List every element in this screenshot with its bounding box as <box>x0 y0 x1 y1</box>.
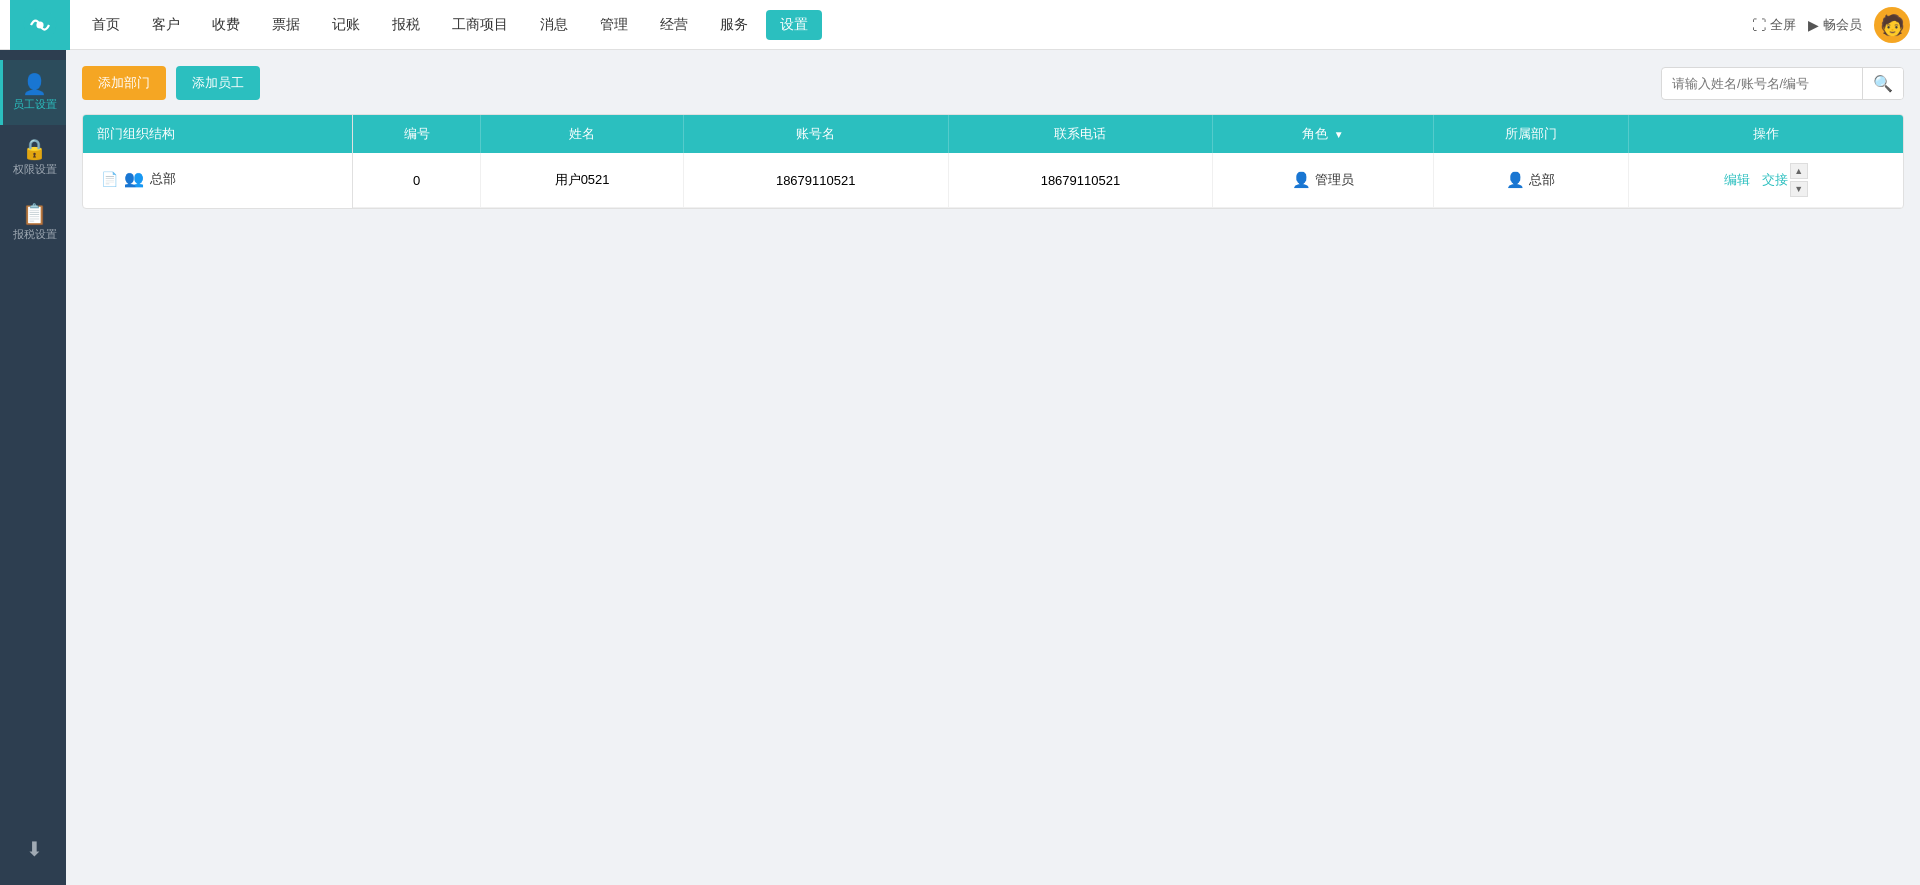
nav-item-invoice[interactable]: 票据 <box>258 10 314 40</box>
role-sort-button[interactable]: ▼ <box>1334 129 1344 140</box>
nav-item-operation[interactable]: 经营 <box>646 10 702 40</box>
permission-icon: 🔒 <box>22 139 47 159</box>
sidebar: 👤 员工设置 🔒 权限设置 📋 报税设置 ⬇ <box>0 50 66 885</box>
table-header-row: 编号 姓名 账号名 联系电话 角色 ▼ 所属部门 操作 <box>353 115 1903 153</box>
nav-items: 首页 客户 收费 票据 记账 报税 工商项目 消息 管理 经营 服务 设置 <box>78 10 1752 40</box>
employee-icon: 👤 <box>22 74 47 94</box>
search-box: 🔍 <box>1661 67 1904 100</box>
col-actions: 操作 <box>1628 115 1903 153</box>
cell-dept: 👤 总部 <box>1433 153 1628 208</box>
edit-button[interactable]: 编辑 <box>1724 171 1750 189</box>
transfer-button[interactable]: 交接 <box>1762 171 1788 189</box>
nav-item-business[interactable]: 工商项目 <box>438 10 522 40</box>
nav-item-service[interactable]: 服务 <box>706 10 762 40</box>
search-icon: 🔍 <box>1873 75 1893 92</box>
member-label: 畅会员 <box>1823 16 1862 34</box>
tree-header: 部门组织结构 <box>83 115 352 153</box>
role-icon: 👤 <box>1292 171 1311 189</box>
col-name: 姓名 <box>481 115 683 153</box>
nav-item-message[interactable]: 消息 <box>526 10 582 40</box>
fullscreen-btn[interactable]: ⛶ 全屏 <box>1752 16 1796 34</box>
nav-item-home[interactable]: 首页 <box>78 10 134 40</box>
tree-item-headquarters[interactable]: 📄 👥 总部 <box>97 163 338 194</box>
tree-item-label: 总部 <box>150 170 176 188</box>
col-dept: 所属部门 <box>1433 115 1628 153</box>
top-navigation: 首页 客户 收费 票据 记账 报税 工商项目 消息 管理 经营 服务 设置 ⛶ … <box>0 0 1920 50</box>
scroll-up-button[interactable]: ▲ <box>1790 163 1808 179</box>
scroll-controls: ▲ ▼ <box>1790 163 1808 197</box>
employee-table: 编号 姓名 账号名 联系电话 角色 ▼ 所属部门 操作 <box>353 115 1903 208</box>
cell-phone: 18679110521 <box>948 153 1213 208</box>
table-panel: 编号 姓名 账号名 联系电话 角色 ▼ 所属部门 操作 <box>353 115 1903 208</box>
file-icon: 📄 <box>101 171 118 187</box>
download-icon: ⬇ <box>26 839 43 859</box>
nav-item-manage[interactable]: 管理 <box>586 10 642 40</box>
cell-role: 👤 管理员 <box>1213 153 1433 208</box>
member-btn[interactable]: ▶ 畅会员 <box>1808 16 1862 34</box>
nav-item-settings[interactable]: 设置 <box>766 10 822 40</box>
main-layout: 👤 员工设置 🔒 权限设置 📋 报税设置 ⬇ 添加部门 添加员工 🔍 <box>0 50 1920 885</box>
cell-name: 用户0521 <box>481 153 683 208</box>
nav-item-fee[interactable]: 收费 <box>198 10 254 40</box>
toolbar: 添加部门 添加员工 🔍 <box>82 66 1904 100</box>
cell-actions: 编辑 交接 ▲ ▼ <box>1628 153 1903 208</box>
role-label: 管理员 <box>1315 171 1354 189</box>
search-input[interactable] <box>1662 70 1862 97</box>
sidebar-label-permission: 权限设置 <box>13 163 57 176</box>
main-content: 添加部门 添加员工 🔍 部门组织结构 📄 👥 总部 <box>66 50 1920 885</box>
search-button[interactable]: 🔍 <box>1862 68 1903 99</box>
cell-id: 0 <box>353 153 481 208</box>
col-id: 编号 <box>353 115 481 153</box>
nav-item-tax[interactable]: 报税 <box>378 10 434 40</box>
tax-settings-icon: 📋 <box>22 204 47 224</box>
user-avatar[interactable]: 🧑 <box>1874 7 1910 43</box>
col-phone: 联系电话 <box>948 115 1213 153</box>
user-group-icon: 👥 <box>124 169 144 188</box>
col-role: 角色 ▼ <box>1213 115 1433 153</box>
dept-label: 总部 <box>1529 171 1555 189</box>
add-department-button[interactable]: 添加部门 <box>82 66 166 100</box>
sidebar-item-download[interactable]: ⬇ <box>19 825 47 873</box>
fullscreen-label: 全屏 <box>1770 16 1796 34</box>
member-icon: ▶ <box>1808 17 1819 33</box>
scroll-down-button[interactable]: ▼ <box>1790 181 1808 197</box>
app-logo <box>10 0 70 50</box>
tree-panel: 部门组织结构 📄 👥 总部 <box>83 115 353 208</box>
table-row: 0 用户0521 18679110521 18679110521 👤 管理员 <box>353 153 1903 208</box>
sidebar-label-tax: 报税设置 <box>13 228 57 241</box>
sidebar-item-employee[interactable]: 👤 员工设置 <box>0 60 66 125</box>
svg-point-1 <box>36 21 43 28</box>
sidebar-bottom: ⬇ <box>19 825 47 885</box>
panel-wrapper: 部门组织结构 📄 👥 总部 编号 姓名 账号名 <box>82 114 1904 209</box>
col-account: 账号名 <box>683 115 948 153</box>
dept-icon: 👤 <box>1506 171 1525 189</box>
nav-right: ⛶ 全屏 ▶ 畅会员 🧑 <box>1752 7 1910 43</box>
sidebar-item-tax-settings[interactable]: 📋 报税设置 <box>0 190 66 255</box>
add-employee-button[interactable]: 添加员工 <box>176 66 260 100</box>
fullscreen-icon: ⛶ <box>1752 17 1766 33</box>
tree-body: 📄 👥 总部 <box>83 153 352 204</box>
nav-item-customer[interactable]: 客户 <box>138 10 194 40</box>
sidebar-item-permission[interactable]: 🔒 权限设置 <box>0 125 66 190</box>
sidebar-label-employee: 员工设置 <box>13 98 57 111</box>
nav-item-accounting[interactable]: 记账 <box>318 10 374 40</box>
cell-account: 18679110521 <box>683 153 948 208</box>
